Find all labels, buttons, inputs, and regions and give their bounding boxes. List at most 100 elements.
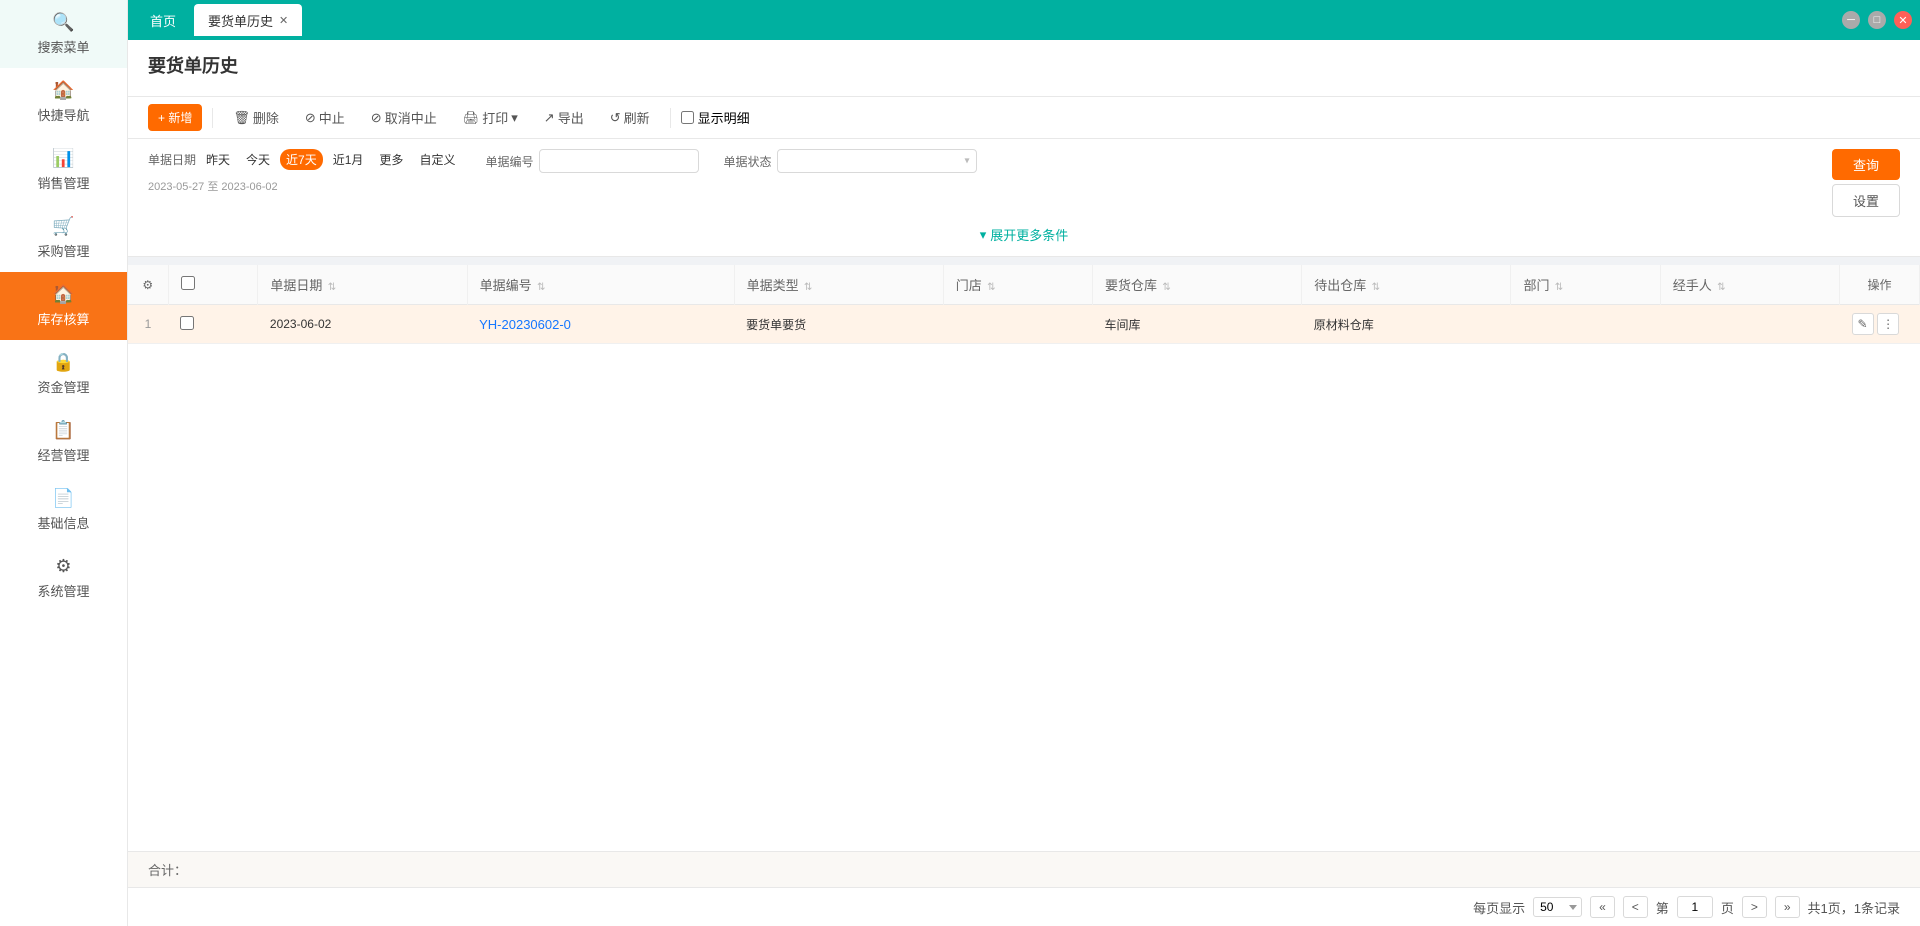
date-range-display: 2023-05-27 至 2023-06-02	[148, 178, 278, 194]
date-btn-yesterday[interactable]: 昨天	[200, 149, 236, 170]
select-all-checkbox[interactable]	[181, 276, 195, 290]
sidebar-item-label: 搜索菜单	[37, 37, 89, 56]
table-row: 1 2023-06-02 YH-20230602-0 要货单要货 车间库 原材料…	[128, 305, 1920, 344]
doc-no-label: 单据编号	[485, 153, 533, 170]
sidebar-item-label: 库存核算	[37, 309, 89, 328]
col-settings[interactable]: ⚙	[128, 265, 168, 305]
col-doc-date-label: 单据日期	[270, 278, 322, 293]
col-req-warehouse-label: 要货仓库	[1105, 278, 1157, 293]
col-doc-type-sort-icon[interactable]: ⇅	[804, 282, 812, 293]
tab-home[interactable]: 首页	[136, 4, 190, 36]
date-btn-1month[interactable]: 近1月	[327, 149, 370, 170]
col-store-sort-icon[interactable]: ⇅	[987, 282, 995, 293]
new-button[interactable]: + 新增	[148, 104, 202, 131]
cancel-stop-button[interactable]: ⊘ 取消中止	[361, 103, 447, 132]
home-icon: 🏠	[52, 80, 74, 101]
close-button[interactable]: ✕	[1894, 11, 1912, 29]
page-header: 要货单历史	[128, 40, 1920, 97]
col-dept-label: 部门	[1523, 278, 1549, 293]
stop-button[interactable]: ⊘ 中止	[295, 103, 355, 132]
next-page-button[interactable]: >	[1742, 896, 1767, 918]
print-label: 打印	[482, 108, 508, 127]
pagination: 每页显示 10 20 50 100 « < 第 页 > » 共1页，1条记录	[128, 887, 1920, 926]
table-footer: 合计：	[128, 851, 1920, 887]
cell-ops: ✎ ⋮	[1840, 305, 1920, 344]
col-doc-date-sort-icon[interactable]: ⇅	[328, 282, 336, 293]
doc-no-input[interactable]	[539, 149, 699, 173]
row-edit-button[interactable]: ✎	[1852, 313, 1874, 335]
export-label: 导出	[558, 108, 584, 127]
sidebar: 🔍 搜索菜单 🏠 快捷导航 📊 销售管理 🛒 采购管理 🏠 库存核算 🔒 资金管…	[0, 0, 128, 926]
date-btn-today[interactable]: 今天	[240, 149, 276, 170]
sidebar-item-label: 系统管理	[37, 581, 89, 600]
col-pending-warehouse-sort-icon[interactable]: ⇅	[1372, 282, 1380, 293]
query-button[interactable]: 查询	[1832, 149, 1900, 180]
tab-close-icon[interactable]: ✕	[279, 14, 288, 27]
prev-page-button[interactable]: <	[1623, 896, 1648, 918]
delete-icon: 🗑	[233, 110, 250, 126]
cell-dept	[1511, 305, 1660, 344]
row-checkbox[interactable]	[180, 316, 194, 330]
sidebar-item-search-menu[interactable]: 🔍 搜索菜单	[0, 0, 127, 68]
sidebar-item-basic-info[interactable]: 📄 基础信息	[0, 476, 127, 544]
col-store-label: 门店	[956, 278, 982, 293]
first-page-button[interactable]: «	[1590, 896, 1615, 918]
table-wrapper: ⚙ 单据日期 ⇅ 单据编号 ⇅ 单据类型 ⇅	[128, 265, 1920, 851]
cell-checkbox[interactable]	[168, 305, 258, 344]
sidebar-item-finance-mgmt[interactable]: 🔒 资金管理	[0, 340, 127, 408]
settings-button[interactable]: 设置	[1832, 184, 1900, 217]
query-buttons: 查询 设置	[1832, 149, 1900, 217]
expand-more-row: ▾ 展开更多条件	[148, 217, 1900, 252]
col-req-warehouse: 要货仓库 ⇅	[1093, 265, 1302, 305]
table-body: 1 2023-06-02 YH-20230602-0 要货单要货 车间库 原材料…	[128, 305, 1920, 344]
print-button[interactable]: 🖨 打印 ▾	[453, 103, 528, 132]
doc-status-input[interactable]	[777, 149, 977, 173]
toolbar-separator-2	[670, 108, 671, 128]
refresh-icon: ↺	[610, 110, 621, 126]
export-icon: ↗	[544, 110, 555, 126]
col-req-warehouse-sort-icon[interactable]: ⇅	[1162, 282, 1170, 293]
sidebar-item-sales-mgmt[interactable]: 📊 销售管理	[0, 136, 127, 204]
sidebar-item-ops-mgmt[interactable]: 📋 经营管理	[0, 408, 127, 476]
cell-req-warehouse: 车间库	[1093, 305, 1302, 344]
delete-button[interactable]: 🗑 删除	[223, 103, 289, 132]
finance-icon: 🔒	[52, 352, 74, 373]
col-dept-sort-icon[interactable]: ⇅	[1555, 282, 1563, 293]
show-detail-checkbox[interactable]	[681, 111, 694, 124]
page-number-input[interactable]	[1677, 896, 1713, 918]
expand-more-btn[interactable]: ▾ 展开更多条件	[972, 221, 1077, 248]
col-doc-type: 单据类型 ⇅	[734, 265, 943, 305]
row-more-button[interactable]: ⋮	[1877, 313, 1899, 335]
col-handler-sort-icon[interactable]: ⇅	[1717, 282, 1725, 293]
date-btn-7days[interactable]: 近7天	[280, 149, 323, 170]
maximize-button[interactable]: □	[1868, 11, 1886, 29]
doc-no-link[interactable]: YH-20230602-0	[479, 317, 571, 332]
sidebar-item-inventory[interactable]: 🏠 库存核算	[0, 272, 127, 340]
cell-store	[943, 305, 1092, 344]
sales-icon: 📊	[52, 148, 74, 169]
sidebar-item-label: 销售管理	[37, 173, 89, 192]
date-filter-group: 单据日期 昨天 今天 近7天 近1月 更多 自定义 2023-05-27 至 2…	[148, 149, 461, 194]
export-button[interactable]: ↗ 导出	[534, 103, 594, 132]
sidebar-item-sys-mgmt[interactable]: ⚙ 系统管理	[0, 544, 127, 612]
col-doc-date: 单据日期 ⇅	[258, 265, 467, 305]
sidebar-item-purchase-mgmt[interactable]: 🛒 采购管理	[0, 204, 127, 272]
minimize-button[interactable]: ─	[1842, 11, 1860, 29]
date-btn-custom[interactable]: 自定义	[413, 149, 461, 170]
sidebar-item-label: 基础信息	[37, 513, 89, 532]
refresh-button[interactable]: ↺ 刷新	[600, 103, 660, 132]
date-btn-more[interactable]: 更多	[373, 149, 409, 170]
last-page-button[interactable]: »	[1775, 896, 1800, 918]
page-size-select[interactable]: 10 20 50 100	[1533, 897, 1582, 917]
show-detail-label: 显示明细	[698, 108, 750, 127]
col-doc-no-sort-icon[interactable]: ⇅	[537, 282, 545, 293]
tab-home-label: 首页	[150, 11, 176, 30]
ops-icon: 📋	[52, 420, 74, 441]
sidebar-item-quick-nav[interactable]: 🏠 快捷导航	[0, 68, 127, 136]
show-detail-toggle[interactable]: 显示明细	[681, 108, 750, 127]
tab-requisition-history[interactable]: 要货单历史 ✕	[194, 4, 302, 36]
col-checkbox[interactable]	[168, 265, 258, 305]
data-table: ⚙ 单据日期 ⇅ 单据编号 ⇅ 单据类型 ⇅	[128, 265, 1920, 344]
tab-requisition-label: 要货单历史	[208, 11, 273, 30]
sys-icon: ⚙	[55, 556, 71, 577]
